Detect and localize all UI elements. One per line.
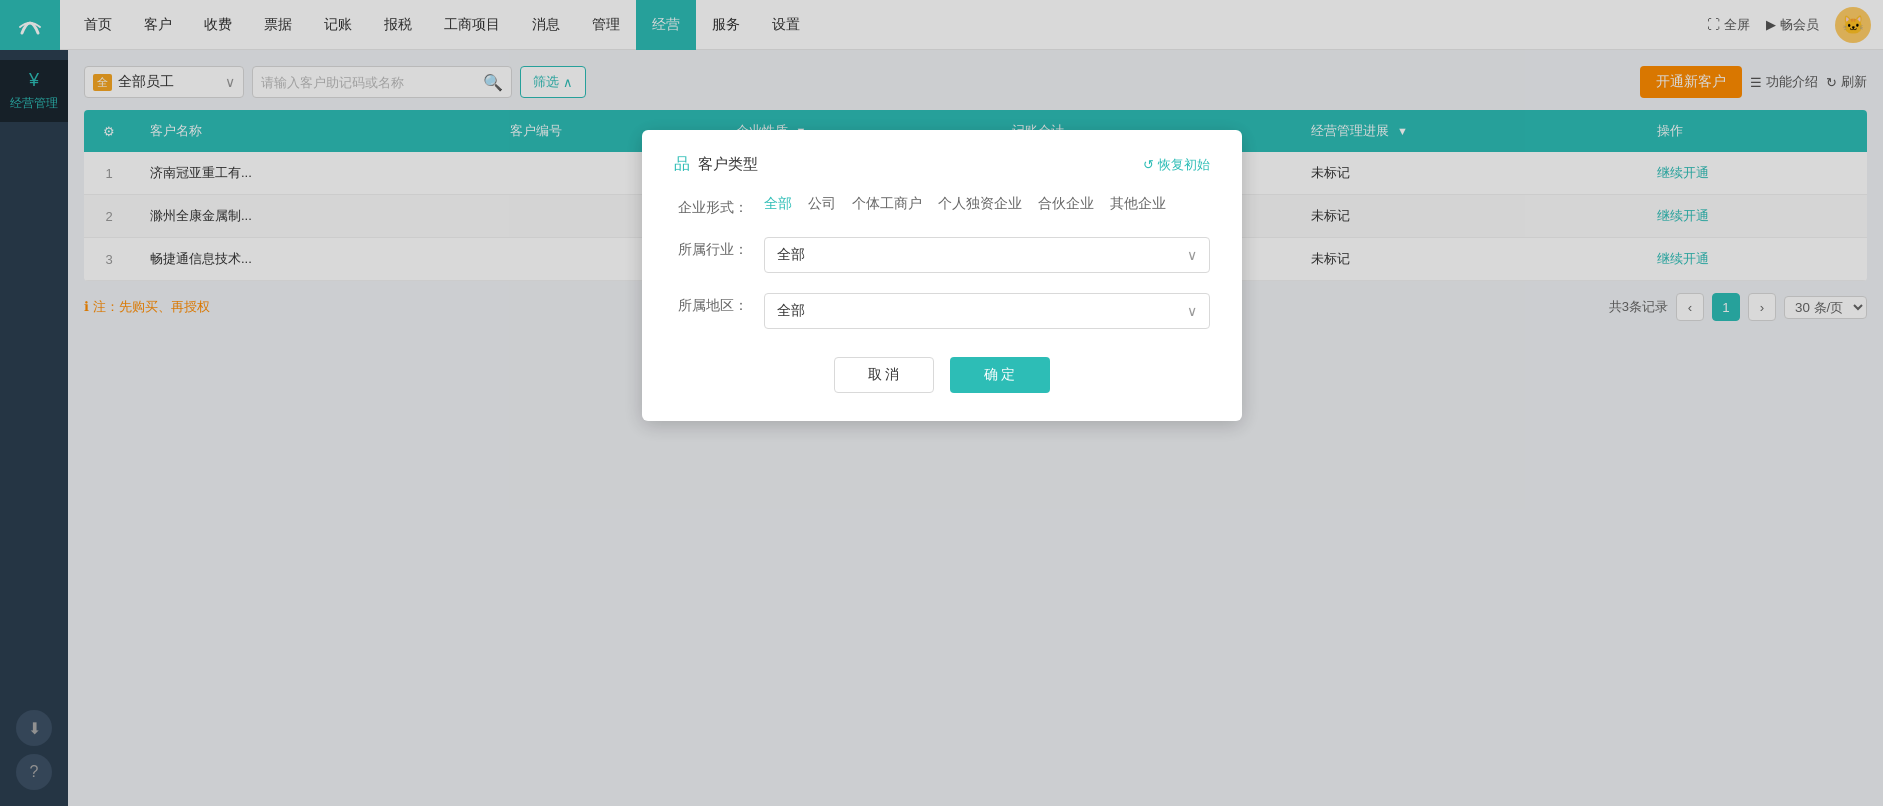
region-select[interactable]: 全部 ∨ (764, 293, 1210, 329)
industry-label: 所属行业： (674, 237, 764, 259)
region-form-row: 所属地区： 全部 ∨ (674, 293, 1210, 329)
enterprise-form-row: 企业形式： 全部 公司 个体工商户 个人独资企业 合伙企业 其他企业 (674, 195, 1210, 217)
industry-value: 全部 (777, 246, 805, 264)
industry-content: 全部 ∨ (764, 237, 1210, 273)
region-value: 全部 (777, 302, 805, 320)
type-option-sole[interactable]: 个人独资企业 (938, 195, 1022, 213)
type-option-company[interactable]: 公司 (808, 195, 836, 213)
filter-modal: 品 客户类型 ↺ 恢复初始 企业形式： 全部 公司 个体工商户 个人独资企业 合… (642, 130, 1242, 421)
region-label: 所属地区： (674, 293, 764, 315)
type-option-other[interactable]: 其他企业 (1110, 195, 1166, 213)
type-option-partnership[interactable]: 合伙企业 (1038, 195, 1094, 213)
confirm-button[interactable]: 确 定 (950, 357, 1050, 393)
industry-form-row: 所属行业： 全部 ∨ (674, 237, 1210, 273)
industry-select[interactable]: 全部 ∨ (764, 237, 1210, 273)
industry-arrow-icon: ∨ (1187, 247, 1197, 263)
modal-title-icon: 品 (674, 154, 690, 175)
enterprise-form-content: 全部 公司 个体工商户 个人独资企业 合伙企业 其他企业 (764, 195, 1210, 213)
type-option-individual[interactable]: 个体工商户 (852, 195, 922, 213)
region-arrow-icon: ∨ (1187, 303, 1197, 319)
cancel-button[interactable]: 取 消 (834, 357, 934, 393)
region-content: 全部 ∨ (764, 293, 1210, 329)
type-option-all[interactable]: 全部 (764, 195, 792, 213)
reset-label: 恢复初始 (1158, 156, 1210, 174)
enterprise-form-label: 企业形式： (674, 195, 764, 217)
modal-title-text: 客户类型 (698, 155, 758, 174)
reset-button[interactable]: ↺ 恢复初始 (1143, 156, 1210, 174)
modal-overlay: 品 客户类型 ↺ 恢复初始 企业形式： 全部 公司 个体工商户 个人独资企业 合… (0, 0, 1883, 806)
modal-title: 品 客户类型 (674, 154, 758, 175)
modal-footer: 取 消 确 定 (674, 357, 1210, 393)
modal-header: 品 客户类型 ↺ 恢复初始 (674, 154, 1210, 175)
reset-icon: ↺ (1143, 157, 1154, 172)
type-options: 全部 公司 个体工商户 个人独资企业 合伙企业 其他企业 (764, 195, 1210, 213)
